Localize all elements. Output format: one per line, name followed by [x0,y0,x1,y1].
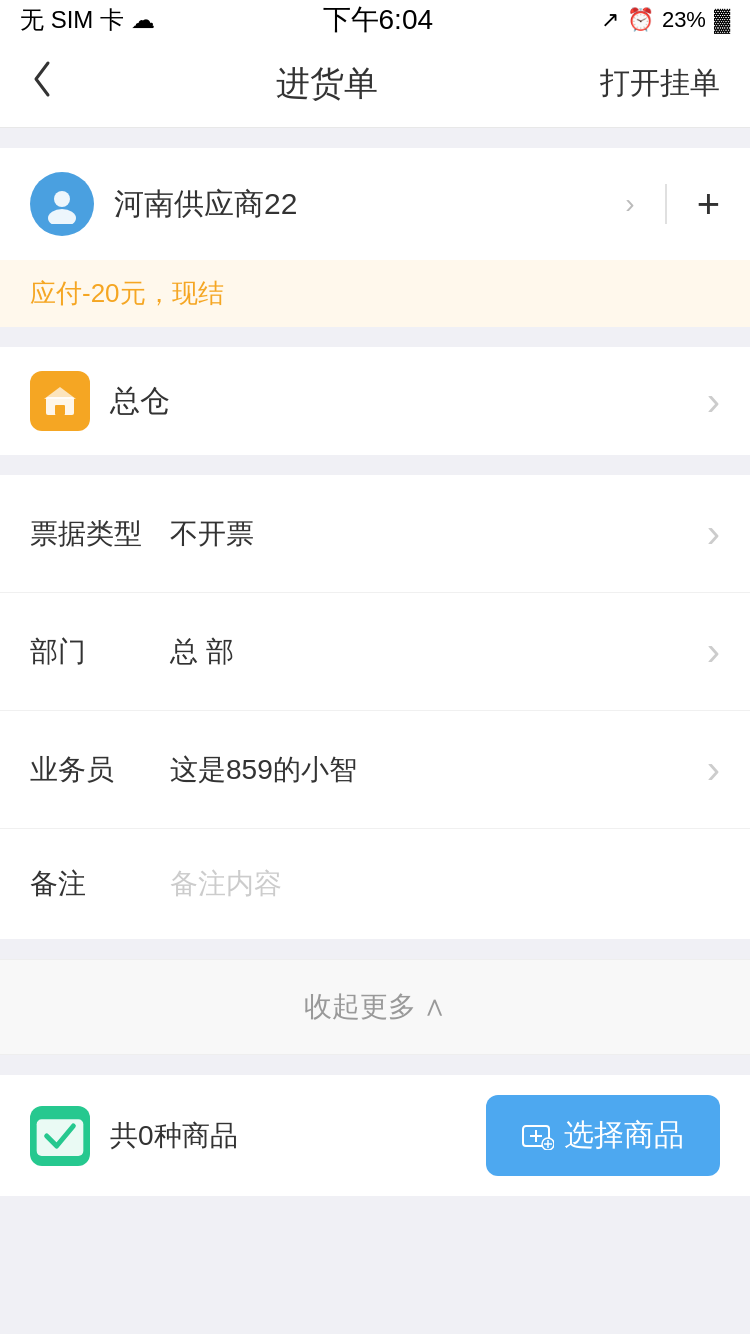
salesperson-label: 业务员 [30,751,150,789]
invoice-row[interactable]: 票据类型 不开票 [0,475,750,593]
select-product-button[interactable]: 选择商品 [486,1095,720,1176]
remark-row[interactable]: 备注 备注内容 [0,829,750,939]
invoice-chevron-icon [707,511,720,556]
notice-text: 应付-20元，现结 [30,278,224,308]
supplier-chevron-icon: › [625,188,634,220]
department-value: 总 部 [150,633,707,671]
collapse-section[interactable]: 收起更多 ∧ [0,959,750,1055]
warehouse-name: 总仓 [110,381,707,422]
supplier-row[interactable]: 河南供应商22 › + [0,148,750,260]
supplier-section: 河南供应商22 › + 应付-20元，现结 [0,148,750,327]
top-divider [0,128,750,148]
add-supplier-button[interactable]: + [697,182,720,227]
warehouse-row[interactable]: 总仓 [0,347,750,455]
svg-marker-3 [44,387,76,399]
supplier-name: 河南供应商22 [114,184,625,225]
svg-point-0 [54,191,70,207]
salesperson-chevron-icon [707,747,720,792]
salesperson-value: 这是859的小智 [150,751,707,789]
mid-divider1 [0,327,750,347]
supplier-avatar [30,172,94,236]
warehouse-chevron-icon [707,379,720,424]
battery-icon: ▓ [714,7,730,33]
main-content: 河南供应商22 › + 应付-20元，现结 总仓 [0,128,750,1334]
warehouse-section: 总仓 [0,347,750,455]
svg-rect-4 [55,405,65,415]
remark-input[interactable]: 备注内容 [150,865,720,903]
battery-text: 23% [662,7,706,33]
product-icon [30,1106,90,1166]
svg-point-1 [48,209,76,224]
invoice-value: 不开票 [150,515,707,553]
status-right: ↗ ⏰ 23% ▓ [601,7,730,33]
signal-text: 无 SIM 卡 ☁ [20,4,155,36]
remark-label: 备注 [30,865,150,903]
divider-line [665,184,667,224]
department-row[interactable]: 部门 总 部 [0,593,750,711]
department-label: 部门 [30,633,150,671]
svg-rect-5 [37,1119,84,1156]
select-product-label: 选择商品 [564,1115,684,1156]
form-section: 票据类型 不开票 部门 总 部 业务员 这是859的小智 备注 备注内容 [0,475,750,939]
warehouse-icon [30,371,90,431]
salesperson-row[interactable]: 业务员 这是859的小智 [0,711,750,829]
status-time: 下午6:04 [323,1,434,39]
bottom-bar: 共0种商品 选择商品 [0,1075,750,1196]
department-chevron-icon [707,629,720,674]
page-title: 进货单 [276,61,378,107]
open-pending-button[interactable]: 打开挂单 [600,63,720,104]
product-count: 共0种商品 [110,1117,486,1155]
invoice-label: 票据类型 [30,515,150,553]
collapse-button[interactable]: 收起更多 ∧ [304,988,447,1026]
status-bar: 无 SIM 卡 ☁ 下午6:04 ↗ ⏰ 23% ▓ [0,0,750,40]
nav-bar: 进货单 打开挂单 [0,40,750,128]
location-icon: ↗ [601,7,619,33]
status-left: 无 SIM 卡 ☁ [20,4,155,36]
alarm-icon: ⏰ [627,7,654,33]
notice-bar: 应付-20元，现结 [0,260,750,327]
back-button[interactable] [30,59,54,108]
